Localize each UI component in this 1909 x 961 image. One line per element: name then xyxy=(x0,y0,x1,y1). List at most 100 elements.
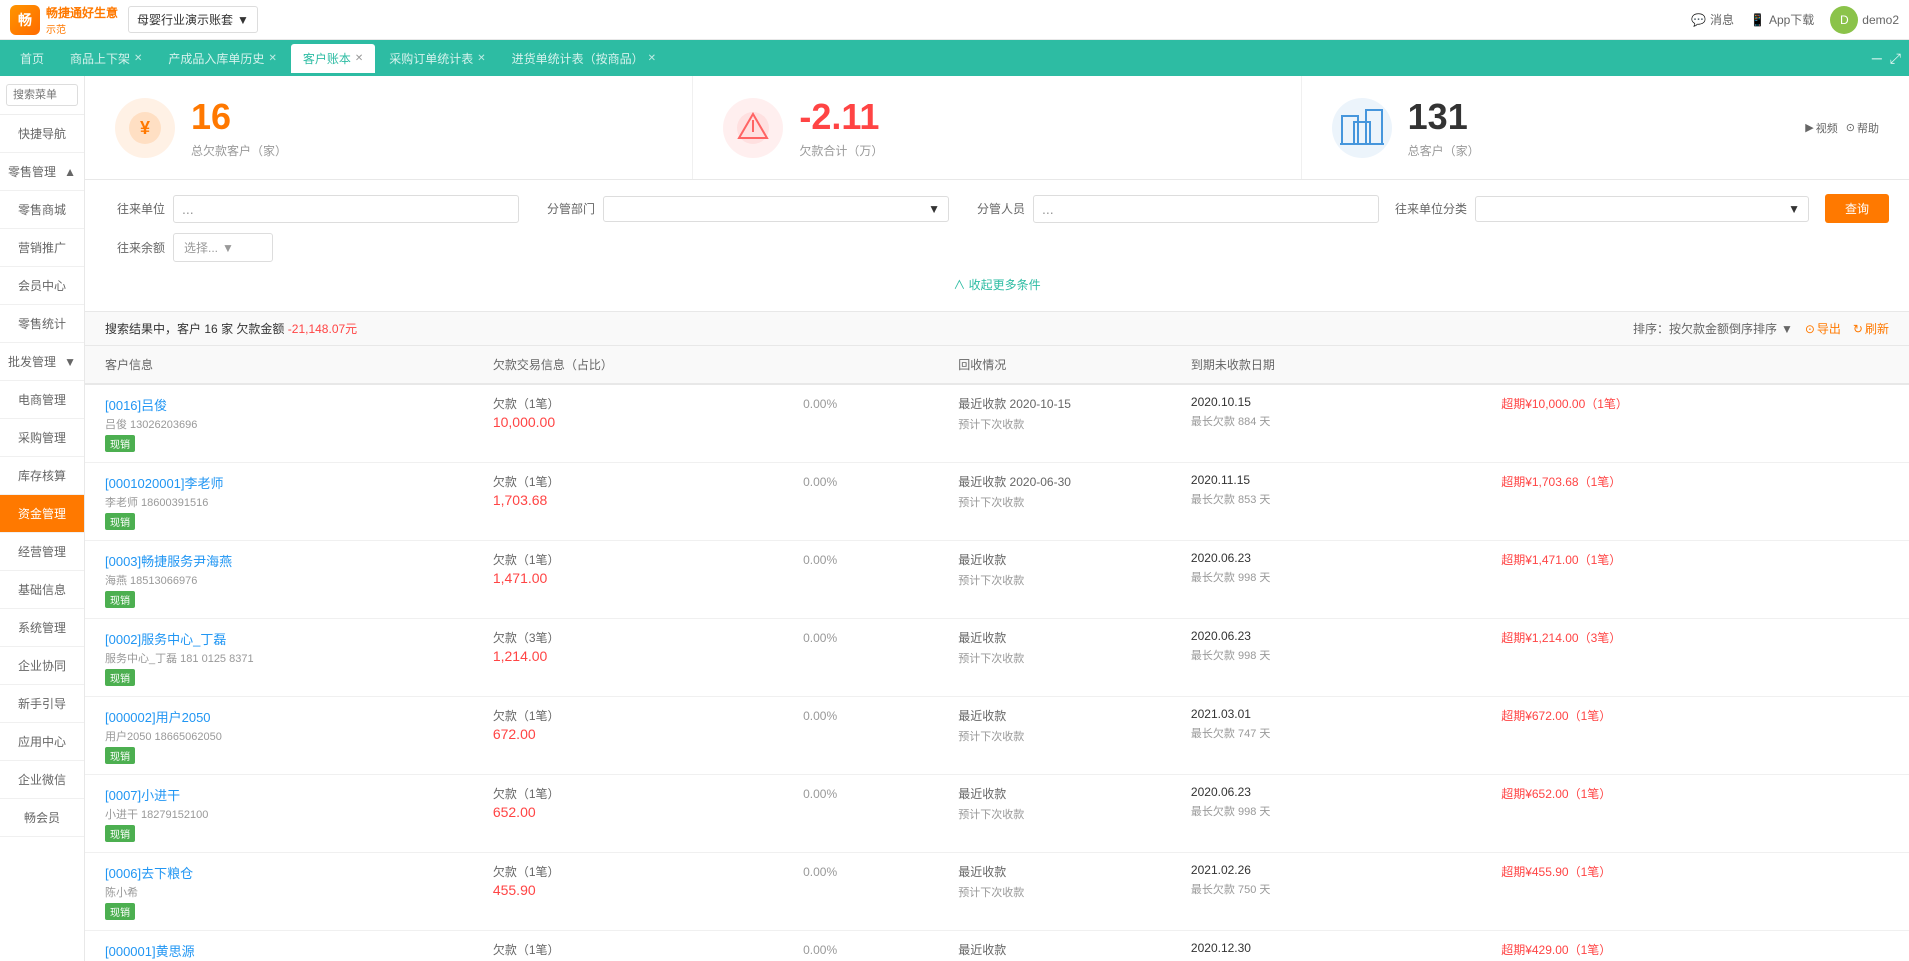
stat-card-total-customers: 131 总客户（家） ▶ 视频 ⊙ 帮助 xyxy=(1302,76,1909,179)
overdue-amount[interactable]: 超期¥672.00（1笔） xyxy=(1501,707,1889,724)
balance-select[interactable]: 选择... ▼ xyxy=(173,233,273,262)
help-icon: ⊙ xyxy=(1846,121,1855,134)
sidebar-item-newbie[interactable]: 新手引导 xyxy=(0,685,84,723)
tab-purchase-order[interactable]: 采购订单统计表 ✕ xyxy=(377,44,497,73)
minimize-icon[interactable]: ─ xyxy=(1872,50,1882,67)
return-cell: 最近收款 预计下次收款 xyxy=(958,629,1191,666)
tab-products-offshelf-close[interactable]: ✕ xyxy=(134,53,142,64)
from-unit-input[interactable]: ... xyxy=(173,195,519,223)
overdue-amount[interactable]: 超期¥10,000.00（1笔） xyxy=(1501,395,1889,412)
maximize-icon[interactable]: ⤢ xyxy=(1890,50,1901,67)
sidebar-search-area xyxy=(0,76,84,115)
sidebar-item-newbie-label: 新手引导 xyxy=(18,697,66,711)
tab-product-history[interactable]: 产成品入库单历史 ✕ xyxy=(156,44,288,73)
query-button[interactable]: 查询 xyxy=(1825,194,1889,223)
overdue-amount[interactable]: 超期¥455.90（1笔） xyxy=(1501,863,1889,880)
return-next: 预计下次收款 xyxy=(958,494,1191,510)
tab-instock-stats[interactable]: 进货单统计表（按商品） ✕ xyxy=(500,44,668,73)
filter-balance: 往来余额 选择... ▼ xyxy=(105,233,405,262)
sidebar-item-enterprise-collab[interactable]: 企业协同 xyxy=(0,647,84,685)
return-text: 最近收款 xyxy=(958,785,1191,802)
debt-ratio: 0.00% xyxy=(803,553,958,567)
return-text: 最近收款 xyxy=(958,707,1191,724)
chevron-icon: ▲ xyxy=(64,165,76,179)
result-count: 16 xyxy=(204,322,217,336)
sidebar-item-retail-mgmt[interactable]: 零售管理 ▲ xyxy=(0,153,84,191)
table-row: [0001020001]李老师 李老师 18600391516 现销 欠款（1笔… xyxy=(85,463,1909,541)
chevron-down-icon: ▼ xyxy=(928,202,940,216)
debt-amount: 1,471.00 xyxy=(493,570,803,586)
search-input[interactable] xyxy=(6,84,78,106)
top-bar: 畅 畅捷通好生意 示范 母婴行业演示账套 ▼ 💬 消息 📱 App下载 D de… xyxy=(0,0,1909,40)
message-button[interactable]: 💬 消息 xyxy=(1691,11,1734,28)
customer-name[interactable]: [000001]黄思源 xyxy=(105,941,493,960)
username: demo2 xyxy=(1862,13,1899,27)
user-area[interactable]: D demo2 xyxy=(1830,6,1899,34)
stat-value-total-customers: 131 xyxy=(1408,96,1480,138)
overdue-cell: 超期¥672.00（1笔） xyxy=(1501,707,1889,724)
help-button[interactable]: ⊙ 帮助 xyxy=(1846,120,1879,136)
unit-class-label: 往来单位分类 xyxy=(1395,200,1467,217)
overdue-amount[interactable]: 超期¥1,214.00（3笔） xyxy=(1501,629,1889,646)
sidebar-item-retail-store[interactable]: 零售商城 xyxy=(0,191,84,229)
sidebar-item-enterprise-wechat[interactable]: 企业微信 xyxy=(0,761,84,799)
overdue-amount[interactable]: 超期¥1,703.68（1笔） xyxy=(1501,473,1889,490)
filter-dept: 分管部门 ▼ xyxy=(535,196,949,222)
sidebar-item-app-center[interactable]: 应用中心 xyxy=(0,723,84,761)
debt-ratio-cell: 0.00% xyxy=(803,863,958,879)
sort-selector[interactable]: 排序：按欠款金额倒序排序 ▼ xyxy=(1633,320,1793,337)
customer-name[interactable]: [0002]服务中心_丁磊 xyxy=(105,629,493,648)
sidebar-item-retail-stats[interactable]: 零售统计 xyxy=(0,305,84,343)
content-area: ¥ 16 总欠款客户（家） -2.11 欠款合计（万） xyxy=(85,76,1909,961)
company-selector[interactable]: 母婴行业演示账套 ▼ xyxy=(128,6,258,33)
collapse-row[interactable]: ∧ 收起更多条件 xyxy=(105,272,1889,297)
app-download-button[interactable]: 📱 App下载 xyxy=(1750,11,1814,28)
tab-product-history-close[interactable]: ✕ xyxy=(268,53,276,64)
overdue-amount[interactable]: 超期¥652.00（1笔） xyxy=(1501,785,1889,802)
tab-customer-account[interactable]: 客户账本 ✕ xyxy=(291,44,375,73)
tab-instock-stats-close[interactable]: ✕ xyxy=(648,53,656,64)
debt-count: 欠款（1笔） xyxy=(493,473,803,490)
sidebar-item-ecommerce[interactable]: 电商管理 xyxy=(0,381,84,419)
due-days: 最长欠款 750 天 xyxy=(1191,881,1501,897)
tag-xian: 现销 xyxy=(105,747,135,764)
customer-name[interactable]: [0006]去下粮仓 xyxy=(105,863,493,882)
customer-name[interactable]: [000002]用户2050 xyxy=(105,707,493,726)
sidebar-item-system-mgmt[interactable]: 系统管理 xyxy=(0,609,84,647)
customer-name[interactable]: [0016]吕俊 xyxy=(105,395,493,414)
sidebar-item-purchase-mgmt[interactable]: 采购管理 xyxy=(0,419,84,457)
table-row: [0006]去下粮仓 陈小希 现销 欠款（1笔） 455.90 0.00% 最近… xyxy=(85,853,1909,931)
return-cell: 最近收款 2020-06-30 预计下次收款 xyxy=(958,473,1191,510)
customer-name[interactable]: [0003]畅捷服务尹海燕 xyxy=(105,551,493,570)
due-date-cell: 2021.02.26 最长欠款 750 天 xyxy=(1191,863,1501,897)
overdue-amount[interactable]: 超期¥1,471.00（1笔） xyxy=(1501,551,1889,568)
sidebar-item-batch-mgmt[interactable]: 批发管理 ▼ xyxy=(0,343,84,381)
debt-cell: 欠款（1笔） 10,000.00 xyxy=(493,395,803,430)
return-next: 预计下次收款 xyxy=(958,806,1191,822)
sidebar-item-member-center[interactable]: 会员中心 xyxy=(0,267,84,305)
overdue-cell: 超期¥455.90（1笔） xyxy=(1501,863,1889,880)
tab-products-offshelf[interactable]: 商品上下架 ✕ xyxy=(58,44,154,73)
tab-purchase-order-close[interactable]: ✕ xyxy=(477,53,485,64)
sidebar-item-operation[interactable]: 经营管理 xyxy=(0,533,84,571)
customer-name[interactable]: [0007]小进干 xyxy=(105,785,493,804)
sidebar-item-inventory[interactable]: 库存核算 xyxy=(0,457,84,495)
unit-class-select[interactable]: ▼ xyxy=(1475,196,1809,222)
refresh-button[interactable]: ↻ 刷新 xyxy=(1853,320,1889,337)
overdue-amount[interactable]: 超期¥429.00（1笔） xyxy=(1501,941,1889,958)
sidebar-item-member-vip[interactable]: 畅会员 xyxy=(0,799,84,837)
export-button[interactable]: ⊙ 导出 xyxy=(1805,320,1841,337)
sidebar-item-basic-info[interactable]: 基础信息 xyxy=(0,571,84,609)
dept-select[interactable]: ▼ xyxy=(603,196,949,222)
stat-card-debt-customers: ¥ 16 总欠款客户（家） xyxy=(85,76,693,179)
person-input[interactable]: ... xyxy=(1033,195,1379,223)
sidebar-item-finance[interactable]: 资金管理 xyxy=(0,495,84,533)
debt-ratio: 0.00% xyxy=(803,475,958,489)
tab-customer-account-close[interactable]: ✕ xyxy=(355,53,363,64)
customer-name[interactable]: [0001020001]李老师 xyxy=(105,473,493,492)
video-button[interactable]: ▶ 视频 xyxy=(1805,120,1837,136)
sidebar-item-marketing[interactable]: 营销推广 xyxy=(0,229,84,267)
tab-home[interactable]: 首页 xyxy=(8,44,56,73)
customer-cell: [0001020001]李老师 李老师 18600391516 现销 xyxy=(105,473,493,530)
sidebar-item-quick-nav[interactable]: 快捷导航 xyxy=(0,115,84,153)
